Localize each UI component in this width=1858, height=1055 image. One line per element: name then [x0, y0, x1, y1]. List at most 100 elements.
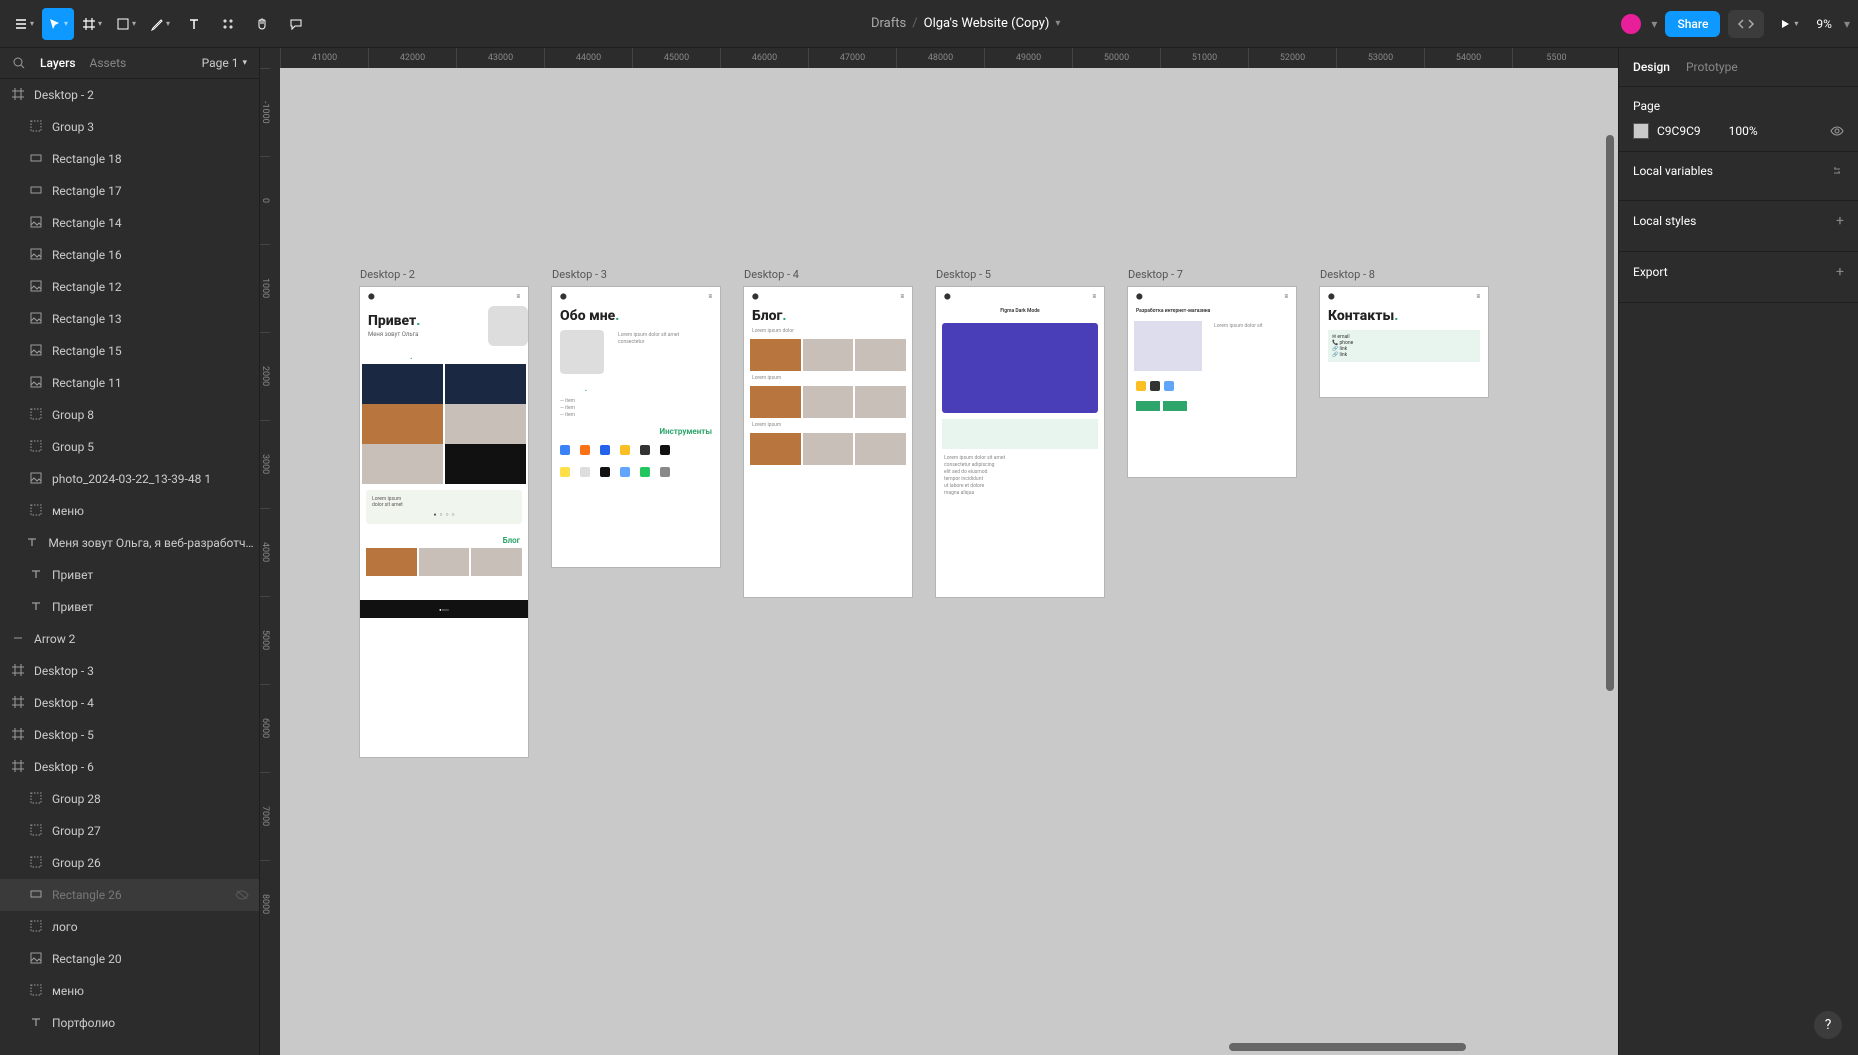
scrollbar-thumb[interactable]	[1229, 1043, 1466, 1051]
frame-label[interactable]: Desktop - 4	[744, 268, 912, 281]
layer-row[interactable]: Desktop - 3	[0, 655, 259, 687]
section-local-styles: Local styles +	[1619, 201, 1858, 252]
zoom-chevron[interactable]: ▾	[1844, 17, 1850, 31]
settings-icon[interactable]	[1830, 164, 1844, 178]
frame-desktop-4[interactable]: Desktop - 4 ⬤≡ Блог. Lorem ipsum dolor L…	[744, 268, 912, 757]
frame-desktop-3[interactable]: Desktop - 3 ⬤≡ Обо мне. Lorem ipsum dolo…	[552, 268, 720, 757]
layer-row[interactable]: Rectangle 12	[0, 271, 259, 303]
right-panel: Design Prototype Page C9C9C9 100% Local …	[1618, 48, 1858, 1055]
breadcrumb-file[interactable]: Olga's Website (Copy)	[924, 16, 1050, 31]
avatar[interactable]	[1619, 12, 1643, 36]
layer-row[interactable]: Group 5	[0, 431, 259, 463]
layer-row[interactable]: Rectangle 14	[0, 207, 259, 239]
page-background-row[interactable]: C9C9C9 100%	[1633, 123, 1844, 139]
frame-artboard[interactable]: ⬤≡ Разработка интернет-магазина Lorem ip…	[1128, 287, 1296, 477]
hidden-icon[interactable]	[235, 890, 249, 900]
share-button[interactable]: Share	[1665, 11, 1720, 37]
scrollbar-thumb[interactable]	[1606, 135, 1614, 691]
layer-row[interactable]: Desktop - 5	[0, 719, 259, 751]
frame-label[interactable]: Desktop - 7	[1128, 268, 1296, 281]
layer-row[interactable]: Rectangle 11	[0, 367, 259, 399]
layer-row[interactable]: Меня зовут Ольга, я веб-разработчик. Рад…	[0, 527, 259, 559]
layer-label: Group 27	[52, 824, 101, 838]
canvas[interactable]: Desktop - 2 ⬤≡ Привет. Меня зовут Ольга …	[280, 68, 1618, 1055]
frame-label[interactable]: Desktop - 2	[360, 268, 528, 281]
layer-row[interactable]: Rectangle 20	[0, 943, 259, 975]
layer-row[interactable]: Rectangle 26	[0, 879, 259, 911]
hand-tool[interactable]	[246, 8, 278, 40]
layer-row[interactable]: лого	[0, 911, 259, 943]
layer-row[interactable]: Desktop - 2	[0, 79, 259, 111]
frame-desktop-8[interactable]: Desktop - 8 ⬤≡ Контакты. ✉ email📞 phone🔗…	[1320, 268, 1488, 757]
canvas-scrollbar-vertical[interactable]	[1606, 98, 1614, 1025]
frame-desktop-7[interactable]: Desktop - 7 ⬤≡ Разработка интернет-магаз…	[1128, 268, 1296, 757]
color-swatch[interactable]	[1633, 123, 1649, 139]
layer-row[interactable]: меню	[0, 975, 259, 1007]
comment-tool[interactable]	[280, 8, 312, 40]
add-export-button[interactable]: +	[1836, 264, 1844, 280]
tab-design[interactable]: Design	[1633, 60, 1670, 74]
text-tool[interactable]	[178, 8, 210, 40]
layer-row[interactable]: Group 28	[0, 783, 259, 815]
layer-row[interactable]: меню	[0, 495, 259, 527]
layer-row[interactable]: Group 8	[0, 399, 259, 431]
frame-artboard[interactable]: ⬤≡ Обо мне. Lorem ipsum dolor sit amet c…	[552, 287, 720, 567]
layer-row[interactable]: Привет	[0, 559, 259, 591]
layer-row[interactable]: Arrow 2	[0, 623, 259, 655]
img-icon	[30, 312, 44, 326]
layer-label: Rectangle 14	[52, 216, 122, 230]
present-button[interactable]: ▾	[1772, 8, 1804, 40]
top-toolbar: ▾ ▾ ▾ ▾ ▾ Drafts / Olga's Website (Copy)	[0, 0, 1858, 48]
layer-row[interactable]: Group 3	[0, 111, 259, 143]
group-icon	[30, 120, 44, 134]
zoom-level[interactable]: 9%	[1812, 17, 1836, 31]
color-opacity[interactable]: 100%	[1729, 124, 1758, 138]
move-tool[interactable]: ▾	[42, 8, 74, 40]
layers-list[interactable]: Desktop - 2Group 3Rectangle 18Rectangle …	[0, 79, 259, 1055]
pen-tool[interactable]: ▾	[144, 8, 176, 40]
frame-artboard[interactable]: ⬤≡ Блог. Lorem ipsum dolor Lorem ipsum L…	[744, 287, 912, 597]
layer-row[interactable]: Rectangle 17	[0, 175, 259, 207]
frame-label[interactable]: Desktop - 5	[936, 268, 1104, 281]
frame-icon	[12, 664, 26, 678]
help-button[interactable]: ?	[1814, 1011, 1842, 1039]
group-icon	[30, 504, 44, 518]
frame-desktop-5[interactable]: Desktop - 5 ⬤≡ Figma Dark Mode Lorem ips…	[936, 268, 1104, 757]
layer-label: Rectangle 26	[52, 888, 122, 902]
frame-artboard[interactable]: ⬤≡ Figma Dark Mode Lorem ipsum dolor sit…	[936, 287, 1104, 597]
layer-row[interactable]: Rectangle 13	[0, 303, 259, 335]
layer-row[interactable]: Desktop - 6	[0, 751, 259, 783]
main-menu-button[interactable]: ▾	[8, 8, 40, 40]
dev-mode-toggle[interactable]	[1728, 10, 1764, 38]
layer-row[interactable]: Привет	[0, 591, 259, 623]
canvas-scrollbar-horizontal[interactable]	[280, 1043, 1598, 1051]
layer-row[interactable]: photo_2024-03-22_13-39-48 1	[0, 463, 259, 495]
frame-desktop-2[interactable]: Desktop - 2 ⬤≡ Привет. Меня зовут Ольга …	[360, 268, 528, 757]
search-icon[interactable]	[12, 56, 26, 70]
frame-artboard[interactable]: ⬤≡ Привет. Меня зовут Ольга Портфолио.	[360, 287, 528, 757]
visibility-icon[interactable]	[1830, 124, 1844, 138]
avatar-chevron[interactable]: ▾	[1651, 17, 1657, 31]
layer-row[interactable]: Group 26	[0, 847, 259, 879]
frame-tool[interactable]: ▾	[76, 8, 108, 40]
resources-tool[interactable]	[212, 8, 244, 40]
frame-label[interactable]: Desktop - 8	[1320, 268, 1488, 281]
frame-label[interactable]: Desktop - 3	[552, 268, 720, 281]
breadcrumb-parent[interactable]: Drafts	[871, 16, 906, 31]
tab-assets[interactable]: Assets	[90, 56, 127, 70]
layer-row[interactable]: Портфолио	[0, 1007, 259, 1039]
add-style-button[interactable]: +	[1836, 213, 1844, 229]
tab-layers[interactable]: Layers	[40, 56, 76, 70]
frame-artboard[interactable]: ⬤≡ Контакты. ✉ email📞 phone🔗 link🔗 link	[1320, 287, 1488, 397]
shape-tool[interactable]: ▾	[110, 8, 142, 40]
layer-row[interactable]: Desktop - 4	[0, 687, 259, 719]
color-hex[interactable]: C9C9C9	[1657, 124, 1701, 138]
tab-prototype[interactable]: Prototype	[1686, 60, 1738, 74]
layer-row[interactable]: Group 27	[0, 815, 259, 847]
layer-row[interactable]: Rectangle 15	[0, 335, 259, 367]
file-menu-chevron[interactable]: ▾	[1055, 18, 1060, 29]
page-selector[interactable]: Page 1 ▾	[202, 56, 247, 70]
layer-row[interactable]: Rectangle 16	[0, 239, 259, 271]
img-icon	[30, 216, 44, 230]
layer-row[interactable]: Rectangle 18	[0, 143, 259, 175]
